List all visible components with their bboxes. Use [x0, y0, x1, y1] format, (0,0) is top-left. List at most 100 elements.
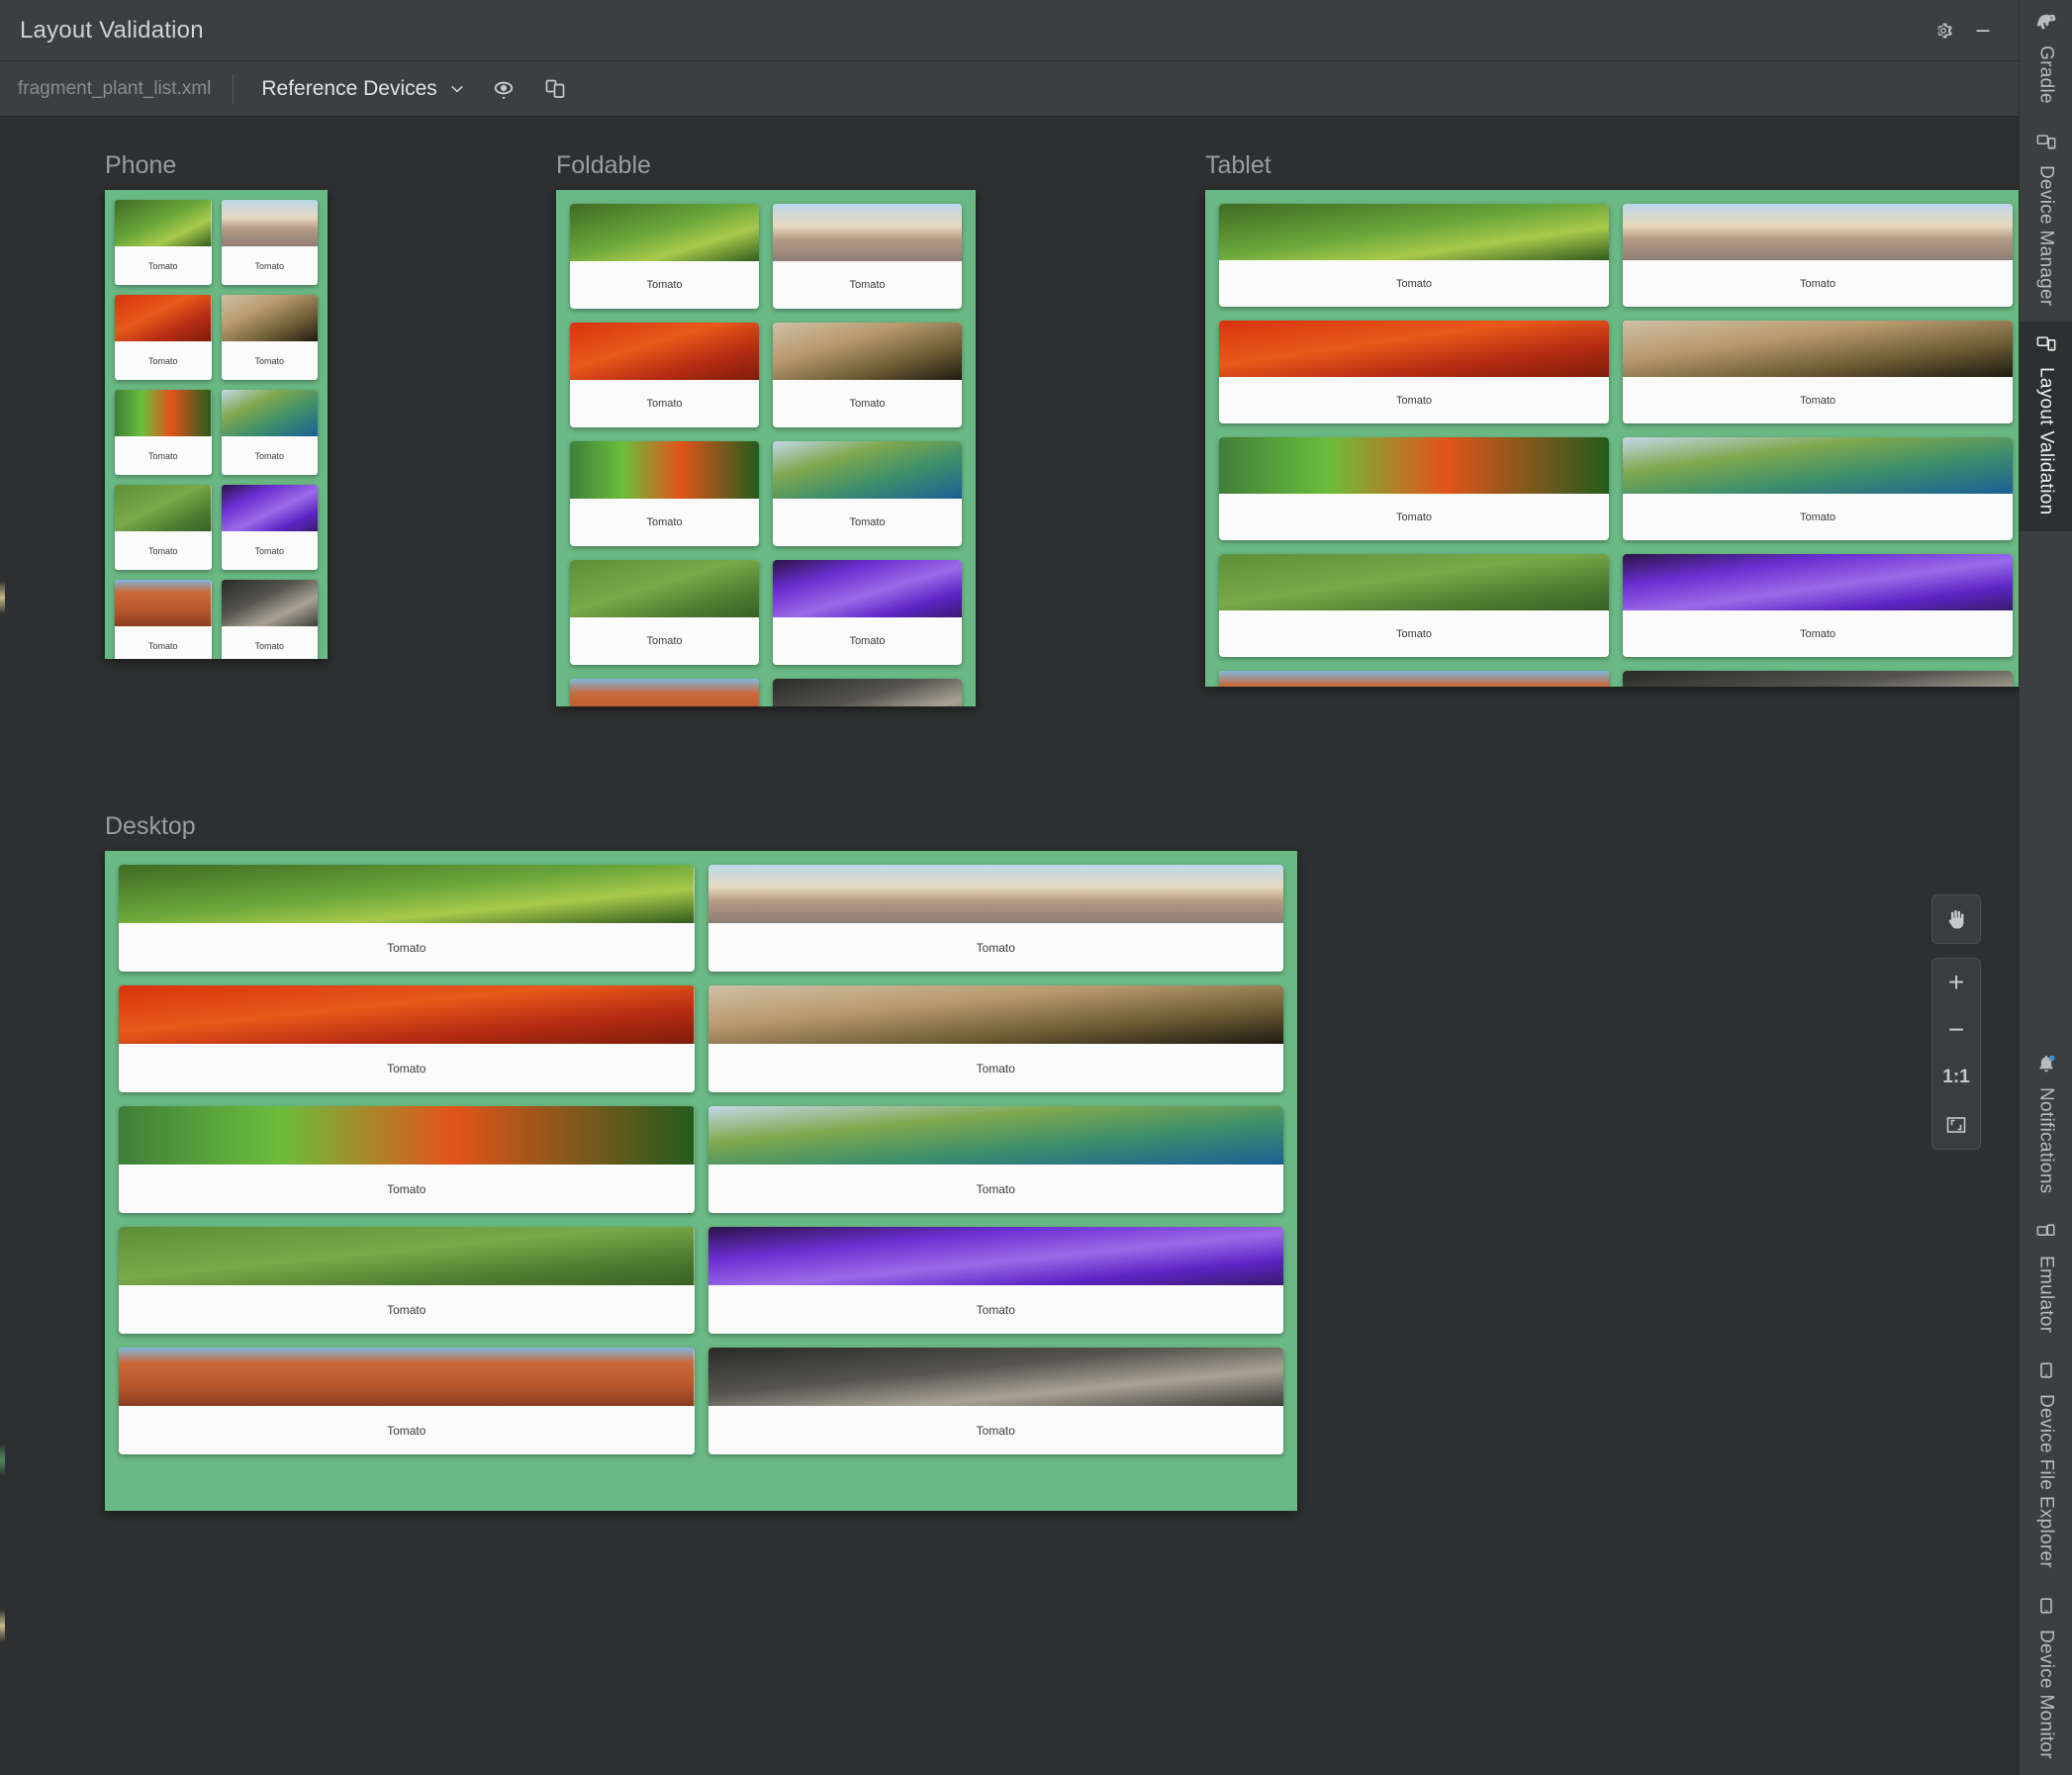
- copy-layers-button[interactable]: [536, 70, 574, 108]
- plant-card[interactable]: Tomato: [119, 865, 695, 972]
- actual-size-button[interactable]: 1:1: [1932, 1054, 1980, 1101]
- plant-card[interactable]: Tomato: [119, 985, 695, 1092]
- chevron-down-icon: [451, 85, 463, 92]
- plant-card[interactable]: Tomato: [1219, 437, 1609, 540]
- device-preview-phone[interactable]: Phone Tomato Tomato Tomato Tomato Tomato Toma…: [105, 151, 328, 659]
- plant-card[interactable]: Tomato: [707, 1106, 1283, 1213]
- plant-card[interactable]: Tomato: [115, 200, 212, 285]
- plant-card[interactable]: Tomato: [221, 390, 318, 475]
- plant-card-image-coastline: [707, 1106, 1283, 1166]
- plant-card[interactable]: Tomato: [1219, 321, 1609, 423]
- plant-card[interactable]: Tomato: [773, 323, 962, 427]
- plant-card-image-wood-dew: [221, 295, 318, 342]
- plant-card[interactable]: Tomato: [115, 390, 212, 475]
- rail-item-device-file-explorer[interactable]: Device File Explorer: [2020, 1349, 2072, 1584]
- plant-card[interactable]: Tomato: [707, 1348, 1283, 1454]
- plant-card[interactable]: Tomato: [119, 1227, 695, 1334]
- reference-devices-dropdown[interactable]: Reference Devices: [255, 72, 470, 106]
- plant-card-image-purple-river: [221, 485, 318, 532]
- window-title-bar: Layout Validation: [0, 0, 2019, 61]
- plant-card[interactable]: Tomato: [570, 679, 759, 706]
- fit-to-screen-button[interactable]: [1932, 1101, 1980, 1149]
- plant-card[interactable]: Tomato: [115, 295, 212, 380]
- right-tool-rail: Gradle Device Manager Layout Validation …: [2019, 0, 2072, 1775]
- plant-card-image-farm-aerial: [115, 485, 212, 532]
- device-label-foldable: Foldable: [556, 151, 651, 179]
- actual-size-label: 1:1: [1942, 1067, 1970, 1087]
- main-column: Layout Validation fragment_plant_list.xm…: [0, 0, 2019, 1775]
- plant-card-title: Tomato: [976, 1061, 1015, 1075]
- device-preview-desktop[interactable]: Desktop Tomato Tomato Tomato Tomato Tomato To…: [105, 812, 1297, 1511]
- plant-card[interactable]: Tomato: [570, 204, 759, 309]
- pan-hand-tool-button[interactable]: [1932, 895, 1980, 943]
- plant-card[interactable]: Tomato: [221, 485, 318, 570]
- plant-card[interactable]: Tomato: [773, 441, 962, 546]
- plant-card[interactable]: Tomato: [1623, 204, 2013, 307]
- rail-label-gradle: Gradle: [2035, 46, 2057, 104]
- zoom-out-label: −: [1947, 1014, 1965, 1045]
- device-preview-foldable[interactable]: Foldable Tomato Tomato Tomato Tomato Tomato T…: [556, 151, 976, 706]
- plant-card[interactable]: Tomato: [773, 560, 962, 665]
- plant-card-image-purple-river: [773, 560, 962, 618]
- plant-card[interactable]: Tomato: [707, 1227, 1283, 1334]
- plant-card[interactable]: Tomato: [707, 865, 1283, 972]
- rail-item-notifications[interactable]: Notifications: [2020, 1042, 2072, 1209]
- rail-label-device-monitor: Device Monitor: [2035, 1630, 2057, 1759]
- plant-card-title: Tomato: [147, 545, 178, 556]
- plant-card-title: Tomato: [387, 1302, 426, 1317]
- hand-icon: [1948, 909, 1964, 929]
- plant-card[interactable]: Tomato: [1623, 437, 2013, 540]
- rail-label-emulator: Emulator: [2035, 1255, 2057, 1334]
- rail-item-device-monitor[interactable]: Device Monitor: [2020, 1584, 2072, 1775]
- minimize-button[interactable]: [1963, 11, 2003, 50]
- plant-card-title: Tomato: [387, 1061, 426, 1075]
- plant-card-image-red-maple: [1219, 321, 1609, 378]
- plant-card-image-coastline: [1623, 437, 2013, 495]
- page-title: Layout Validation: [20, 16, 204, 44]
- rail-item-gradle[interactable]: Gradle: [2020, 0, 2072, 120]
- device-label-phone: Phone: [105, 151, 177, 179]
- plant-grid-tablet: Tomato Tomato Tomato Tomato Tomato Tomato Toma…: [1219, 204, 2013, 687]
- zoom-in-button[interactable]: +: [1932, 959, 1980, 1006]
- plant-card[interactable]: Tomato: [1219, 204, 1609, 307]
- rail-item-layout-validation[interactable]: Layout Validation: [2020, 322, 2072, 531]
- plant-card-title: Tomato: [646, 516, 683, 529]
- plant-card-title: Tomato: [849, 279, 886, 292]
- plant-card[interactable]: Tomato: [221, 580, 318, 659]
- rail-item-emulator[interactable]: Emulator: [2020, 1210, 2072, 1349]
- plant-card-title: Tomato: [254, 450, 284, 461]
- visibility-toggle-button[interactable]: [485, 70, 522, 108]
- plant-card-image-farm-aerial: [1219, 554, 1609, 611]
- plant-card[interactable]: Tomato: [773, 204, 962, 309]
- plant-card[interactable]: Tomato: [773, 679, 962, 706]
- device-label-tablet: Tablet: [1205, 151, 1271, 179]
- plant-card[interactable]: Tomato: [707, 985, 1283, 1092]
- emulator-icon: [2035, 1222, 2057, 1247]
- rail-item-device-manager[interactable]: Device Manager: [2020, 120, 2072, 323]
- device-label-desktop: Desktop: [105, 812, 196, 840]
- plant-card[interactable]: Tomato: [1623, 554, 2013, 657]
- plant-card[interactable]: Tomato: [1623, 321, 2013, 423]
- plant-card[interactable]: Tomato: [1623, 671, 2013, 687]
- device-preview-tablet[interactable]: Tablet Tomato Tomato Tomato Tomato Tomato Tom…: [1205, 151, 2019, 687]
- zoom-out-button[interactable]: −: [1932, 1006, 1980, 1054]
- plant-card[interactable]: Tomato: [115, 485, 212, 570]
- plant-card-image-orange-leaf: [1219, 437, 1609, 495]
- plant-card[interactable]: Tomato: [119, 1106, 695, 1213]
- rail-label-layout-validation: Layout Validation: [2035, 367, 2057, 515]
- plant-card-title: Tomato: [1395, 627, 1433, 640]
- plant-card-title: Tomato: [254, 260, 284, 271]
- rail-label-notifications: Notifications: [2035, 1087, 2057, 1194]
- plant-card-image-coastline: [773, 441, 962, 500]
- plant-card[interactable]: Tomato: [570, 323, 759, 427]
- plant-card[interactable]: Tomato: [570, 560, 759, 665]
- plant-card[interactable]: Tomato: [570, 441, 759, 546]
- plant-card[interactable]: Tomato: [119, 1348, 695, 1454]
- preview-canvas[interactable]: Phone Tomato Tomato Tomato Tomato Tomato Toma…: [0, 117, 2019, 1775]
- plant-card[interactable]: Tomato: [221, 200, 318, 285]
- plant-card[interactable]: Tomato: [1219, 671, 1609, 687]
- plant-card[interactable]: Tomato: [1219, 554, 1609, 657]
- plant-card[interactable]: Tomato: [115, 580, 212, 659]
- plant-card[interactable]: Tomato: [221, 295, 318, 380]
- settings-button[interactable]: [1924, 11, 1963, 50]
